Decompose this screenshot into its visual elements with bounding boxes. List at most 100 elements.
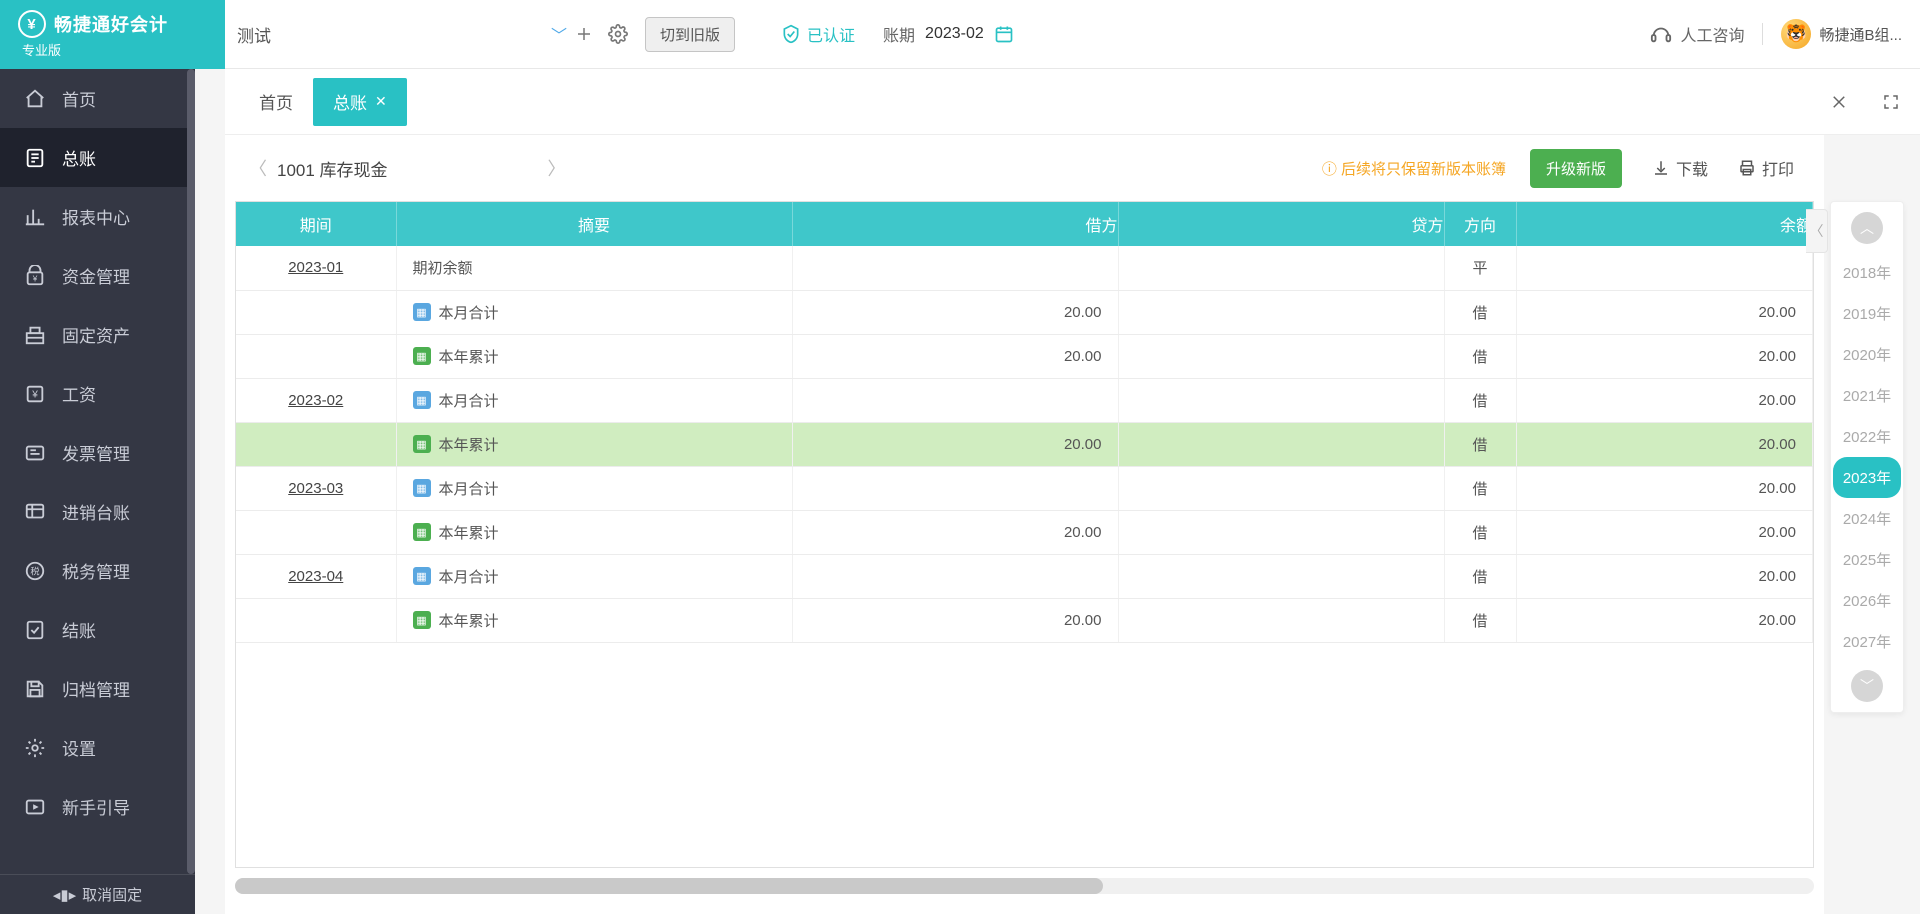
calendar-icon[interactable] bbox=[994, 24, 1014, 44]
tab-close-all-icon[interactable] bbox=[1824, 87, 1854, 117]
sidebar: 首页总账报表中心¥资金管理固定资产¥工资发票管理进销台账税税务管理结账归档管理设… bbox=[0, 69, 195, 914]
year-option[interactable]: 2018年 bbox=[1833, 252, 1901, 293]
year-option[interactable]: 2025年 bbox=[1833, 539, 1901, 580]
cell-summary: ▦本月合计 bbox=[396, 290, 792, 334]
sidebar-item-label: 发票管理 bbox=[62, 440, 130, 465]
summary-badge-icon: ▦ bbox=[413, 347, 431, 365]
year-scroll-down-icon[interactable]: ﹀ bbox=[1851, 670, 1883, 702]
sidebar-item-label: 新手引导 bbox=[62, 794, 130, 819]
next-account-button[interactable]: 〉 bbox=[544, 155, 570, 181]
sidebar-icon: ¥ bbox=[24, 383, 46, 405]
print-button[interactable]: 打印 bbox=[1738, 156, 1794, 180]
summary-text: 本年累计 bbox=[439, 346, 499, 367]
sidebar-item-6[interactable]: 发票管理 bbox=[0, 423, 195, 482]
unpin-button[interactable]: ◂▮▸ 取消固定 bbox=[0, 874, 195, 914]
cell-debit: 20.00 bbox=[792, 290, 1118, 334]
year-option[interactable]: 2023年 bbox=[1833, 457, 1901, 498]
sidebar-item-12[interactable]: 新手引导 bbox=[0, 777, 195, 836]
add-button[interactable] bbox=[567, 17, 601, 51]
user-name: 畅捷通B组... bbox=[1819, 24, 1902, 45]
summary-badge-icon: ▦ bbox=[413, 611, 431, 629]
cell-debit: 20.00 bbox=[792, 510, 1118, 554]
account-title[interactable]: 1001 库存现金 bbox=[277, 156, 388, 181]
cell-summary: ▦本月合计 bbox=[396, 466, 792, 510]
settings-button[interactable] bbox=[601, 17, 635, 51]
consult-button[interactable]: 人工咨询 bbox=[1650, 22, 1744, 46]
th-period: 期间 bbox=[236, 202, 396, 246]
cell-summary: ▦ 本年累计 bbox=[396, 422, 792, 466]
sidebar-item-1[interactable]: 总账 bbox=[0, 128, 195, 187]
upgrade-notice: ⓘ 后续将只保留新版本账簿 bbox=[1322, 158, 1506, 179]
summary-badge-icon: ▦ bbox=[413, 435, 431, 453]
period-link[interactable]: 2023-03 bbox=[288, 480, 343, 497]
sidebar-item-8[interactable]: 税税务管理 bbox=[0, 541, 195, 600]
table-row: ▦本年累计20.00借20.00 bbox=[236, 334, 1813, 378]
collapse-year-rail-button[interactable]: 〈 bbox=[1806, 209, 1828, 253]
scrollbar-thumb[interactable] bbox=[235, 878, 1103, 894]
th-balance: 余额 bbox=[1516, 202, 1813, 246]
download-label: 下载 bbox=[1676, 156, 1708, 180]
sidebar-item-9[interactable]: 结账 bbox=[0, 600, 195, 659]
tab-ledger[interactable]: 总账 ✕ bbox=[313, 78, 407, 126]
sidebar-item-label: 税务管理 bbox=[62, 558, 130, 583]
sidebar-icon bbox=[24, 442, 46, 464]
year-option[interactable]: 2020年 bbox=[1833, 334, 1901, 375]
sidebar-item-4[interactable]: 固定资产 bbox=[0, 305, 195, 364]
summary-badge-icon: ▦ bbox=[413, 391, 431, 409]
cell-balance: 20.00 bbox=[1516, 510, 1813, 554]
year-option[interactable]: 2026年 bbox=[1833, 580, 1901, 621]
period-link[interactable]: 2023-02 bbox=[288, 392, 343, 409]
th-credit: 贷方 bbox=[1118, 202, 1444, 246]
sidebar-item-5[interactable]: ¥工资 bbox=[0, 364, 195, 423]
summary-text: 本年累计 bbox=[439, 434, 499, 455]
sidebar-item-11[interactable]: 设置 bbox=[0, 718, 195, 777]
period-link[interactable]: 2023-01 bbox=[288, 259, 343, 276]
sidebar-item-0[interactable]: 首页 bbox=[0, 69, 195, 128]
year-option[interactable]: 2019年 bbox=[1833, 293, 1901, 334]
tab-home[interactable]: 首页 bbox=[239, 78, 313, 126]
cell-period bbox=[236, 422, 396, 466]
cell-debit bbox=[792, 466, 1118, 510]
cell-balance: 20.00 bbox=[1516, 378, 1813, 422]
sidebar-item-label: 总账 bbox=[62, 145, 96, 170]
year-option[interactable]: 2024年 bbox=[1833, 498, 1901, 539]
year-option[interactable]: 2021年 bbox=[1833, 375, 1901, 416]
accounting-period: 账期 2023-02 bbox=[883, 22, 1014, 46]
brand-name: 畅捷通好会计 bbox=[54, 11, 168, 37]
year-scroll-up-icon[interactable]: ︿ bbox=[1851, 212, 1883, 244]
fullscreen-icon[interactable] bbox=[1876, 87, 1906, 117]
sidebar-scrollbar[interactable] bbox=[187, 69, 195, 874]
period-link[interactable]: 2023-04 bbox=[288, 568, 343, 585]
old-version-button[interactable]: 切到旧版 bbox=[645, 17, 735, 52]
cell-credit bbox=[1118, 246, 1444, 290]
cell-balance: 20.00 bbox=[1516, 290, 1813, 334]
summary-text: 期初余额 bbox=[413, 257, 473, 278]
sidebar-item-3[interactable]: ¥资金管理 bbox=[0, 246, 195, 305]
download-button[interactable]: 下载 bbox=[1652, 156, 1708, 180]
tab-close-icon[interactable]: ✕ bbox=[375, 93, 387, 110]
sidebar-icon bbox=[24, 619, 46, 641]
prev-account-button[interactable]: 〈 bbox=[245, 155, 271, 181]
table-row: 2023-03▦本月合计借20.00 bbox=[236, 466, 1813, 510]
sidebar-item-label: 归档管理 bbox=[62, 676, 130, 701]
year-option[interactable]: 2027年 bbox=[1833, 621, 1901, 662]
cell-credit bbox=[1118, 378, 1444, 422]
ledger-content: 期间 摘要 借方 贷方 方向 余额 2023-01期初余额平▦本月合计20.00… bbox=[225, 201, 1824, 914]
cell-summary: ▦本月合计 bbox=[396, 554, 792, 598]
sidebar-item-10[interactable]: 归档管理 bbox=[0, 659, 195, 718]
header: 测试 ﹀ 切到旧版 已认证 账期 2023-02 人工咨询 🐯 畅捷通B组... bbox=[225, 0, 1920, 69]
cell-debit: 20.00 bbox=[792, 334, 1118, 378]
summary-badge-icon: ▦ bbox=[413, 523, 431, 541]
cell-period bbox=[236, 510, 396, 554]
sidebar-item-2[interactable]: 报表中心 bbox=[0, 187, 195, 246]
upgrade-button[interactable]: 升级新版 bbox=[1530, 149, 1622, 188]
user-menu[interactable]: 🐯 畅捷通B组... bbox=[1781, 19, 1902, 49]
avatar-icon: 🐯 bbox=[1781, 19, 1811, 49]
sidebar-item-7[interactable]: 进销台账 bbox=[0, 482, 195, 541]
divider bbox=[1762, 23, 1763, 45]
cell-credit bbox=[1118, 334, 1444, 378]
horizontal-scrollbar[interactable] bbox=[235, 878, 1814, 894]
company-selector[interactable]: 测试 ﹀ bbox=[237, 22, 567, 47]
cell-direction: 借 bbox=[1444, 598, 1516, 642]
year-option[interactable]: 2022年 bbox=[1833, 416, 1901, 457]
